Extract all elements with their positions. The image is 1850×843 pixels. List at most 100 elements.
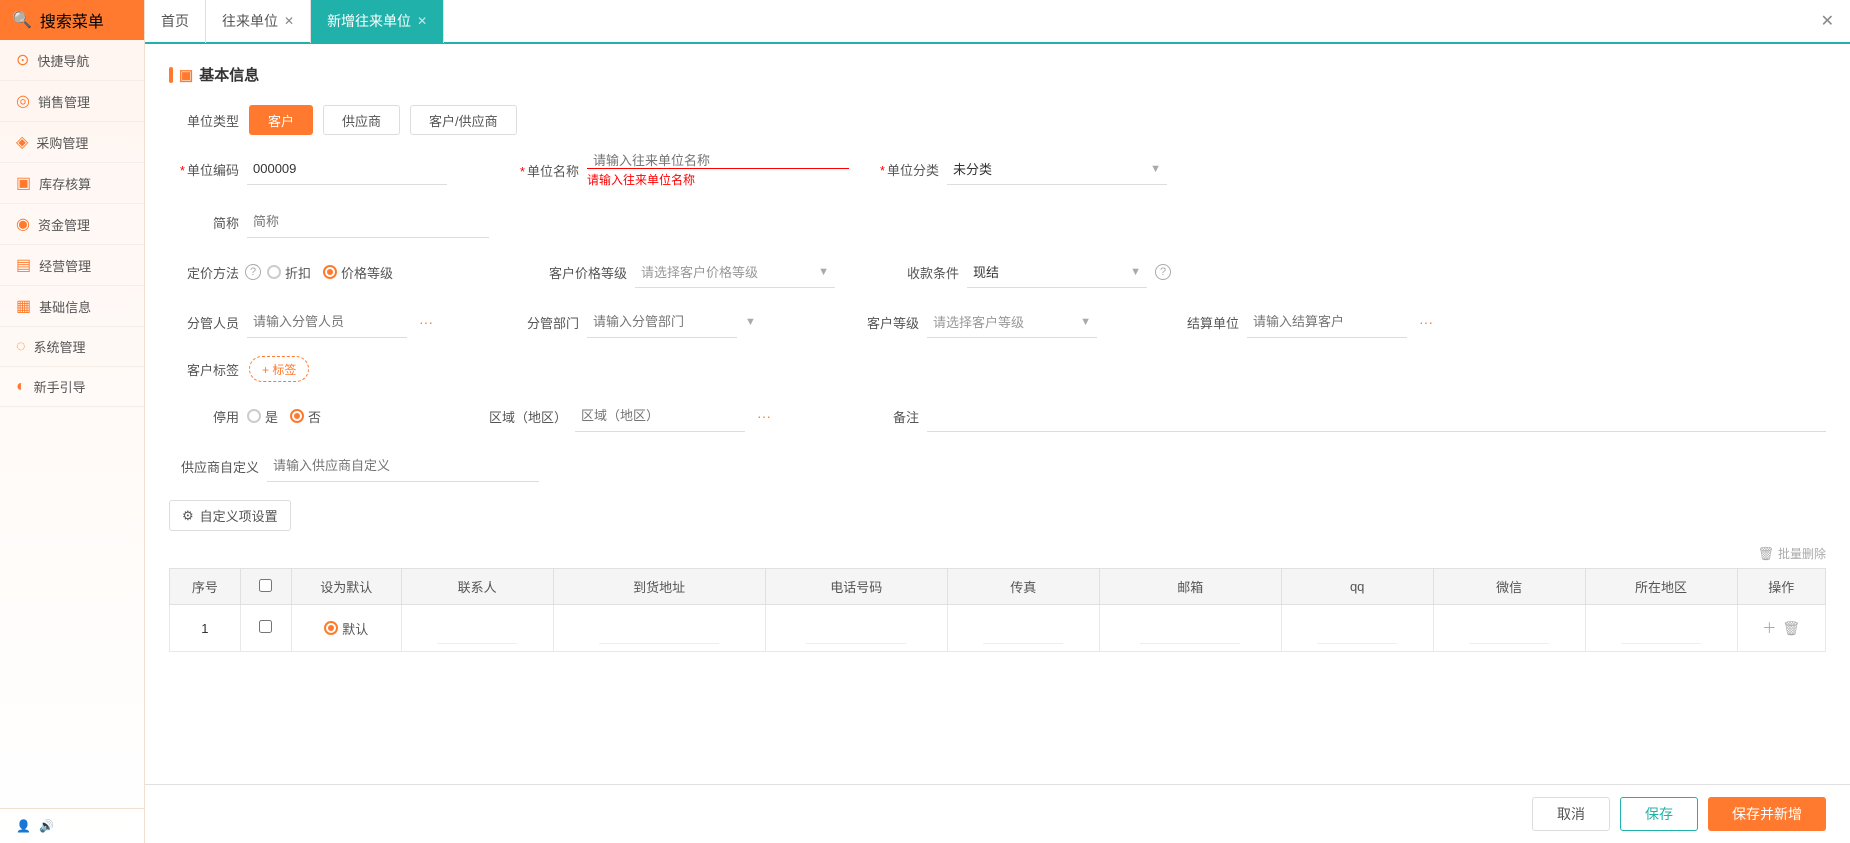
- supervisor-more-btn[interactable]: ···: [415, 314, 437, 330]
- sidebar-item-label: 销售管理: [38, 92, 90, 111]
- payment-condition-select[interactable]: 现结 ▼: [967, 256, 1147, 288]
- email-input[interactable]: [1140, 612, 1240, 644]
- sidebar-item-purchase[interactable]: ◈ 采购管理: [0, 122, 144, 163]
- unit-category-label: 单位分类: [869, 160, 939, 179]
- unit-name-input[interactable]: [587, 153, 849, 169]
- sidebar-item-basic[interactable]: ▦ 基础信息: [0, 286, 144, 327]
- field-disable: 停用 是 否: [169, 407, 449, 426]
- disable-label: 停用: [169, 407, 239, 426]
- customer-price-select[interactable]: 请选择客户价格等级 ▼: [635, 256, 835, 288]
- disable-radio-yes[interactable]: 是: [247, 407, 278, 426]
- sidebar-item-label: 系统管理: [34, 337, 86, 356]
- settlement-unit-input[interactable]: [1247, 306, 1407, 338]
- sidebar-item-quick-nav[interactable]: ⊙ 快捷导航: [0, 40, 144, 81]
- tags-label: 客户标签: [169, 360, 239, 379]
- cell-fax: [947, 605, 1099, 652]
- settlement-more-btn[interactable]: ···: [1415, 314, 1437, 330]
- qq-input[interactable]: [1317, 612, 1397, 644]
- disable-yes-label: 是: [265, 407, 278, 426]
- customer-price-placeholder: 请选择客户价格等级: [641, 262, 758, 281]
- disable-radio-no[interactable]: 否: [290, 407, 321, 426]
- col-contact: 联系人: [401, 569, 553, 605]
- unit-type-supplier[interactable]: 供应商: [323, 105, 400, 135]
- cell-seq: 1: [170, 605, 241, 652]
- batch-delete-label[interactable]: 批量删除: [1778, 545, 1826, 562]
- radio-circle-yes: [247, 409, 261, 423]
- pricing-option2-label: 价格等级: [341, 263, 393, 282]
- add-tag-label: + 标签: [262, 361, 296, 378]
- close-all-tabs[interactable]: ✕: [1805, 11, 1850, 31]
- sidebar-item-label: 采购管理: [36, 133, 88, 152]
- unit-type-both[interactable]: 客户/供应商: [410, 105, 517, 135]
- default-radio[interactable]: 默认: [302, 619, 391, 638]
- sound-icon: 🔊: [39, 819, 54, 833]
- region-table-input[interactable]: [1621, 612, 1701, 644]
- sidebar-item-inventory[interactable]: ▣ 库存核算: [0, 163, 144, 204]
- dept-input[interactable]: [587, 306, 737, 338]
- payment-help-icon[interactable]: ?: [1155, 264, 1171, 280]
- tab-new-partner-close[interactable]: ✕: [417, 14, 427, 28]
- sidebar-item-operation[interactable]: ▤ 经营管理: [0, 245, 144, 286]
- sidebar-item-newbie[interactable]: ◐ 新手引导: [0, 367, 144, 407]
- pricing-radio-discount[interactable]: 折扣: [267, 263, 311, 282]
- unit-category-select[interactable]: 未分类 ▼: [947, 153, 1167, 185]
- field-payment-condition: 收款条件 现结 ▼ ?: [889, 256, 1249, 288]
- tab-new-partner[interactable]: 新增往来单位 ✕: [311, 0, 444, 43]
- customer-price-label: 客户价格等级: [549, 263, 627, 282]
- user-icon: 👤: [16, 819, 31, 833]
- tab-partner-list-close[interactable]: ✕: [284, 14, 294, 28]
- form-row-short-name: 简称: [169, 206, 1826, 238]
- customer-level-select[interactable]: 请选择客户等级 ▼: [927, 306, 1097, 338]
- unit-type-customer[interactable]: 客户: [249, 105, 313, 135]
- cell-address: [553, 605, 765, 652]
- field-pricing: 定价方法 ? 折扣 价格等级: [169, 263, 529, 282]
- fax-input[interactable]: [983, 612, 1063, 644]
- phone-input[interactable]: [806, 612, 906, 644]
- tab-partner-list[interactable]: 往来单位 ✕: [206, 0, 311, 43]
- pricing-help-icon[interactable]: ?: [245, 264, 261, 280]
- newbie-icon: ◐: [16, 378, 26, 396]
- short-name-input[interactable]: [247, 206, 489, 238]
- address-input[interactable]: [599, 612, 719, 644]
- row-checkbox[interactable]: [259, 620, 272, 633]
- form-row-supervisor: 分管人员 ··· 分管部门 ▼ 客户等级 请选择客户等级 ▼ 结算单位: [169, 306, 1826, 338]
- add-tag-button[interactable]: + 标签: [249, 356, 309, 382]
- cell-email: [1099, 605, 1281, 652]
- quick-nav-icon: ⊙: [16, 50, 29, 70]
- save-add-button[interactable]: 保存并新增: [1708, 797, 1826, 831]
- sidebar-item-system[interactable]: ◌ 系统管理: [0, 327, 144, 367]
- delete-row-icon[interactable]: 🗑: [1782, 620, 1800, 637]
- sidebar-item-finance[interactable]: ◉ 资金管理: [0, 204, 144, 245]
- field-unit-name: 单位名称 请输入往来单位名称: [509, 153, 849, 188]
- custom-settings-button[interactable]: ⚙ 自定义项设置: [169, 500, 291, 531]
- short-name-label: 简称: [169, 213, 239, 232]
- field-region: 区域（地区） ···: [489, 400, 809, 432]
- sidebar-search[interactable]: 🔍 搜索菜单: [0, 0, 144, 40]
- save-button[interactable]: 保存: [1620, 797, 1698, 831]
- cell-action: ＋ 🗑: [1737, 605, 1825, 652]
- chevron-down-icon: ▼: [1150, 163, 1161, 175]
- tab-home-label: 首页: [161, 11, 189, 31]
- unit-code-label: 单位编码: [169, 160, 239, 179]
- field-unit-code: 单位编码: [169, 153, 489, 185]
- remark-input[interactable]: [927, 400, 1826, 432]
- region-more-btn[interactable]: ···: [753, 408, 775, 424]
- sidebar-item-sales[interactable]: ◎ 销售管理: [0, 81, 144, 122]
- tab-home[interactable]: 首页: [145, 0, 206, 43]
- select-all-checkbox[interactable]: [259, 579, 272, 592]
- unit-code-input[interactable]: [247, 153, 447, 185]
- add-row-icon[interactable]: ＋: [1762, 618, 1776, 638]
- pricing-radio-level[interactable]: 价格等级: [323, 263, 393, 282]
- wechat-input[interactable]: [1469, 612, 1549, 644]
- pricing-option1-label: 折扣: [285, 263, 311, 282]
- cell-region: [1585, 605, 1737, 652]
- region-input[interactable]: [575, 400, 745, 432]
- batch-delete-area: 🗑 批量删除: [169, 545, 1826, 562]
- contact-input[interactable]: [437, 612, 517, 644]
- batch-delete-icon: 🗑: [1757, 546, 1774, 562]
- field-remark: 备注: [849, 400, 1826, 432]
- supervisor-input[interactable]: [247, 306, 407, 338]
- supplier-custom-input[interactable]: [267, 450, 539, 482]
- col-qq: qq: [1281, 569, 1433, 605]
- cancel-button[interactable]: 取消: [1532, 797, 1610, 831]
